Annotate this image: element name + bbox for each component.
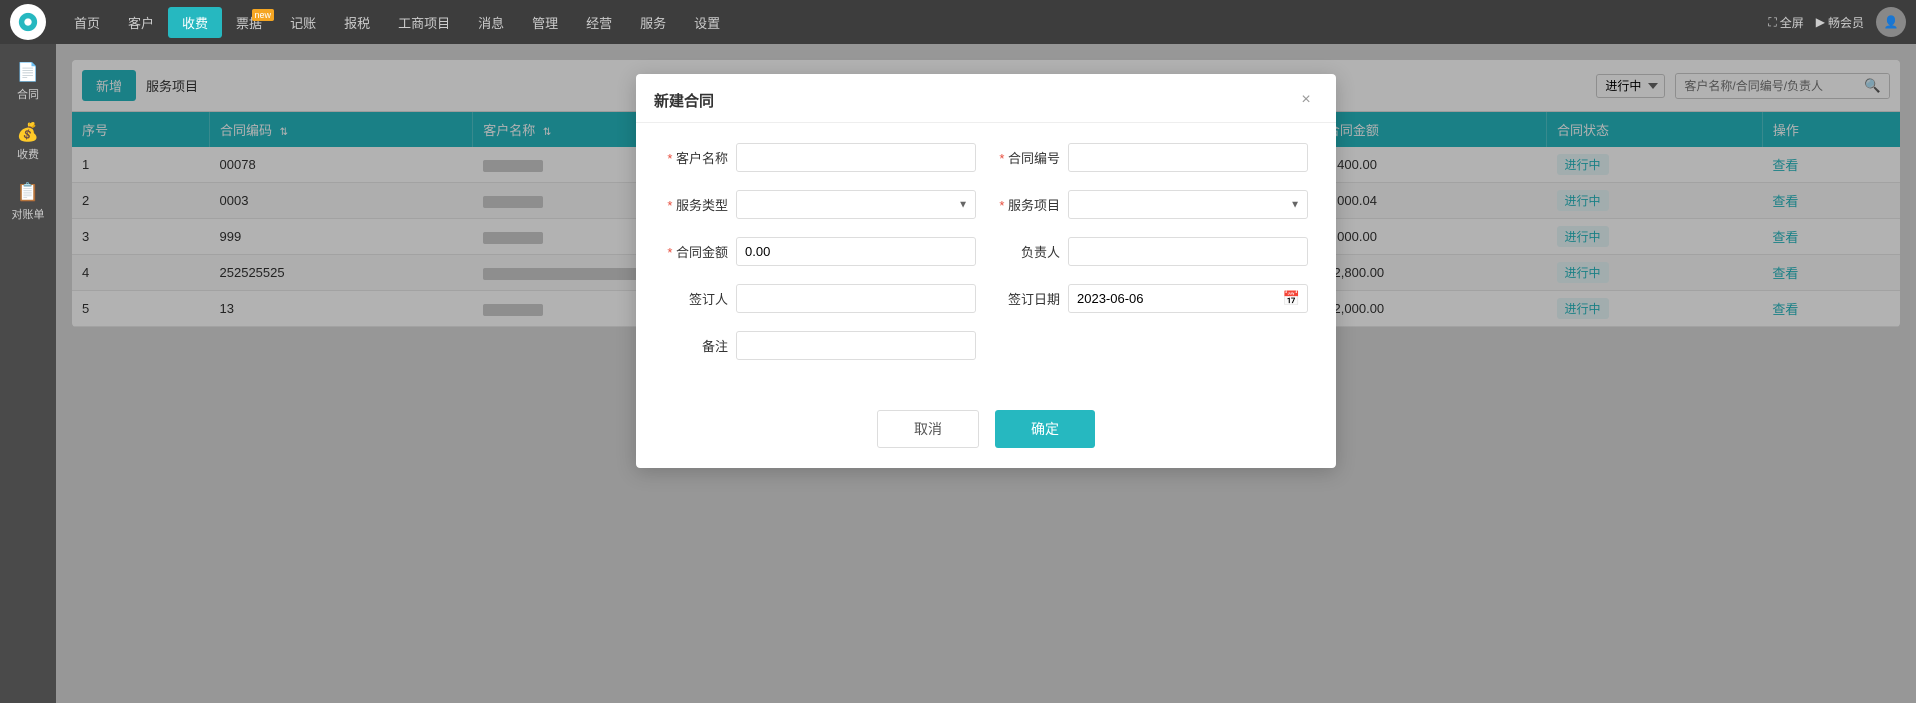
- modal-body: 客户名称 合同编号 服务类型: [636, 123, 1336, 398]
- sidebar-label-fee: 收费: [17, 146, 39, 162]
- nav-operation[interactable]: 经营: [572, 7, 626, 38]
- label-signer: 签订人: [664, 289, 728, 308]
- modal-overlay: 新建合同 × 客户名称 合同编号: [56, 44, 1916, 703]
- form-group-sign-date: 签订日期 📅: [996, 284, 1308, 313]
- customer-name-input[interactable]: [736, 143, 976, 172]
- modal-footer: 取消 确定: [636, 398, 1336, 468]
- nav-settings[interactable]: 设置: [680, 7, 734, 38]
- calendar-icon[interactable]: 📅: [1283, 290, 1300, 307]
- modal-title: 新建合同: [654, 90, 714, 111]
- avatar[interactable]: 👤: [1876, 7, 1906, 37]
- form-group-remark: 备注: [664, 331, 976, 360]
- fee-icon: 💰: [17, 122, 39, 143]
- label-customer: 客户名称: [664, 148, 728, 167]
- form-group-customer: 客户名称: [664, 143, 976, 172]
- nav-message[interactable]: 消息: [464, 7, 518, 38]
- form-row-4: 签订人 签订日期 📅: [664, 284, 1308, 313]
- modal-close-button[interactable]: ×: [1294, 88, 1318, 112]
- statement-icon: 📋: [17, 182, 39, 203]
- label-remark: 备注: [664, 336, 728, 355]
- label-responsible: 负责人: [996, 242, 1060, 261]
- service-item-wrapper: [1068, 190, 1308, 219]
- nav-customer[interactable]: 客户: [114, 7, 168, 38]
- new-badge: new: [252, 9, 275, 21]
- label-sign-date: 签订日期: [996, 289, 1060, 308]
- form-group-amount: 合同金额: [664, 237, 976, 266]
- nav-service[interactable]: 服务: [626, 7, 680, 38]
- form-group-signer: 签订人: [664, 284, 976, 313]
- sidebar-label-contract: 合同: [17, 86, 39, 102]
- nav-items: 首页 客户 收费 票据 new 记账 报税 工商项目 消息 管理 经营 服务 设…: [60, 7, 1768, 38]
- sidebar-item-statement[interactable]: 📋 对账单: [3, 174, 53, 230]
- fullscreen-icon: ⛶: [1768, 15, 1776, 30]
- signer-input[interactable]: [736, 284, 976, 313]
- nav-home[interactable]: 首页: [60, 7, 114, 38]
- sidebar: 📄 合同 💰 收费 📋 对账单: [0, 44, 56, 703]
- service-type-wrapper: [736, 190, 976, 219]
- form-group-service-item: 服务项目: [996, 190, 1308, 219]
- label-amount: 合同金额: [664, 242, 728, 261]
- form-row-3: 合同金额 负责人: [664, 237, 1308, 266]
- nav-fee[interactable]: 收费: [168, 7, 222, 38]
- sidebar-label-statement: 对账单: [12, 206, 45, 222]
- sidebar-item-fee[interactable]: 💰 收费: [3, 114, 53, 170]
- nav-business[interactable]: 工商项目: [384, 7, 464, 38]
- cancel-button[interactable]: 取消: [877, 410, 979, 448]
- remark-input[interactable]: [736, 331, 976, 360]
- nav-tax[interactable]: 报税: [330, 7, 384, 38]
- form-group-responsible: 负责人: [996, 237, 1308, 266]
- confirm-button[interactable]: 确定: [995, 410, 1095, 448]
- service-item-select[interactable]: [1068, 190, 1308, 219]
- form-row-1: 客户名称 合同编号: [664, 143, 1308, 172]
- form-group-contract-code: 合同编号: [996, 143, 1308, 172]
- amount-input[interactable]: [736, 237, 976, 266]
- form-row-2: 服务类型 服务项目: [664, 190, 1308, 219]
- label-contract-code: 合同编号: [996, 148, 1060, 167]
- play-icon: ▶: [1816, 15, 1825, 29]
- contract-icon: 📄: [17, 62, 39, 83]
- service-type-select[interactable]: [736, 190, 976, 219]
- modal-header: 新建合同 ×: [636, 74, 1336, 123]
- contract-code-input[interactable]: [1068, 143, 1308, 172]
- main-layout: 📄 合同 💰 收费 📋 对账单 新增 服务项目 进行中 已完成 已终止: [0, 44, 1916, 703]
- top-nav: 首页 客户 收费 票据 new 记账 报税 工商项目 消息 管理 经营 服务 设…: [0, 0, 1916, 44]
- member-button[interactable]: ▶ 畅会员: [1816, 14, 1864, 31]
- user-icon: 👤: [1884, 15, 1899, 29]
- sign-date-input[interactable]: [1068, 284, 1308, 313]
- responsible-input[interactable]: [1068, 237, 1308, 266]
- form-row-5: 备注: [664, 331, 1308, 360]
- sign-date-wrapper: 📅: [1068, 284, 1308, 313]
- nav-ticket[interactable]: 票据 new: [222, 7, 276, 38]
- app-logo: [10, 4, 46, 40]
- label-service-item: 服务项目: [996, 195, 1060, 214]
- nav-bookkeep[interactable]: 记账: [276, 7, 330, 38]
- new-contract-modal: 新建合同 × 客户名称 合同编号: [636, 74, 1336, 468]
- label-service-type: 服务类型: [664, 195, 728, 214]
- fullscreen-button[interactable]: ⛶ 全屏: [1768, 14, 1803, 31]
- sidebar-item-contract[interactable]: 📄 合同: [3, 54, 53, 110]
- top-nav-right: ⛶ 全屏 ▶ 畅会员 👤: [1768, 7, 1906, 37]
- content-area: 新增 服务项目 进行中 已完成 已终止 🔍: [56, 44, 1916, 703]
- form-group-service-type: 服务类型: [664, 190, 976, 219]
- nav-manage[interactable]: 管理: [518, 7, 572, 38]
